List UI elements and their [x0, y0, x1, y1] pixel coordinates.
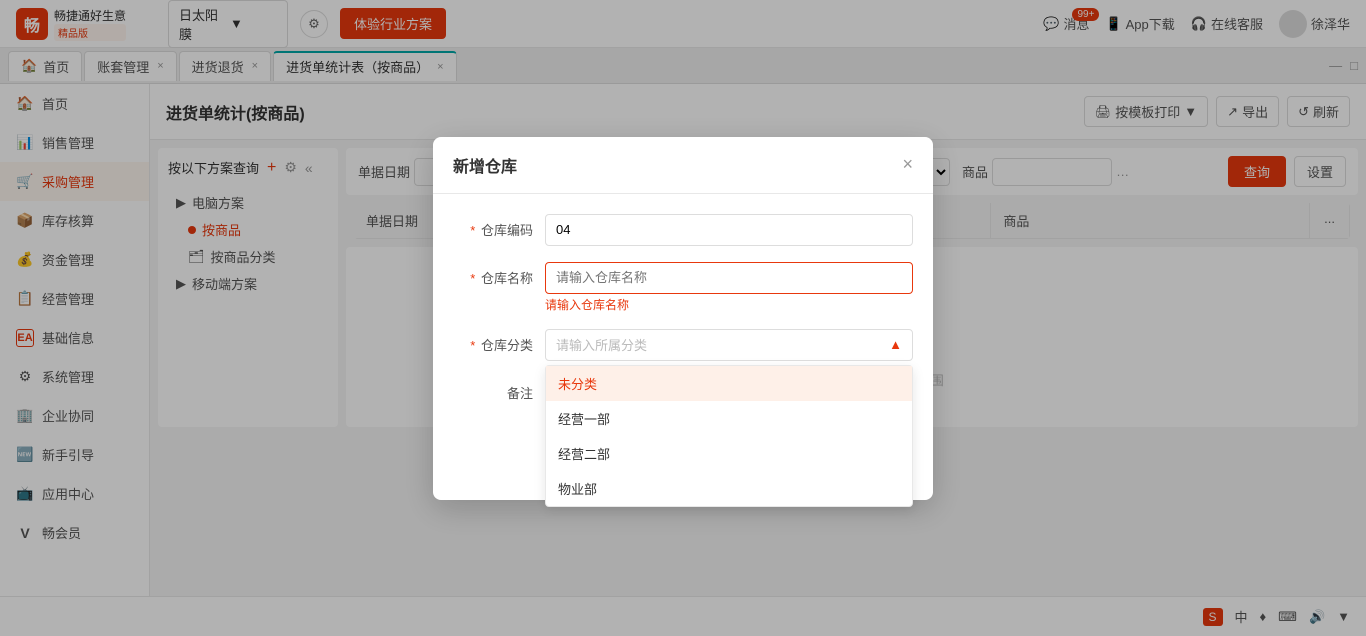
form-row-name: * 仓库名称 请输入仓库名称: [453, 262, 913, 313]
name-label: * 仓库名称: [453, 262, 533, 287]
modal-close-button[interactable]: ×: [902, 154, 913, 175]
category-item-property[interactable]: 物业部: [546, 471, 912, 506]
add-warehouse-modal: 新增仓库 × * 仓库编码 * 仓库名称: [433, 137, 933, 500]
category-item-ops1[interactable]: 经营一部: [546, 401, 912, 436]
category-label: * 仓库分类: [453, 329, 533, 354]
modal-body: * 仓库编码 * 仓库名称 请输入仓库名称: [433, 194, 933, 445]
modal-overlay[interactable]: 新增仓库 × * 仓库编码 * 仓库名称: [0, 0, 1366, 636]
name-error: 请输入仓库名称: [545, 296, 913, 313]
code-input[interactable]: [545, 214, 913, 246]
category-dropdown: 未分类 经营一部 经营二部 物业部: [545, 365, 913, 507]
modal-title: 新增仓库: [453, 153, 517, 177]
modal-header: 新增仓库 ×: [433, 137, 933, 194]
category-selector[interactable]: 请输入所属分类 ▲: [545, 329, 913, 361]
form-row-category: * 仓库分类 请输入所属分类 ▲ 未分类 经营一部 经营二部 物业部: [453, 329, 913, 361]
name-input[interactable]: [545, 262, 913, 294]
code-label: * 仓库编码: [453, 214, 533, 239]
chevron-up-icon: ▲: [889, 337, 902, 352]
form-row-code: * 仓库编码: [453, 214, 913, 246]
note-label: 备注: [453, 377, 533, 402]
category-item-ops2[interactable]: 经营二部: [546, 436, 912, 471]
category-item-none[interactable]: 未分类: [546, 366, 912, 401]
